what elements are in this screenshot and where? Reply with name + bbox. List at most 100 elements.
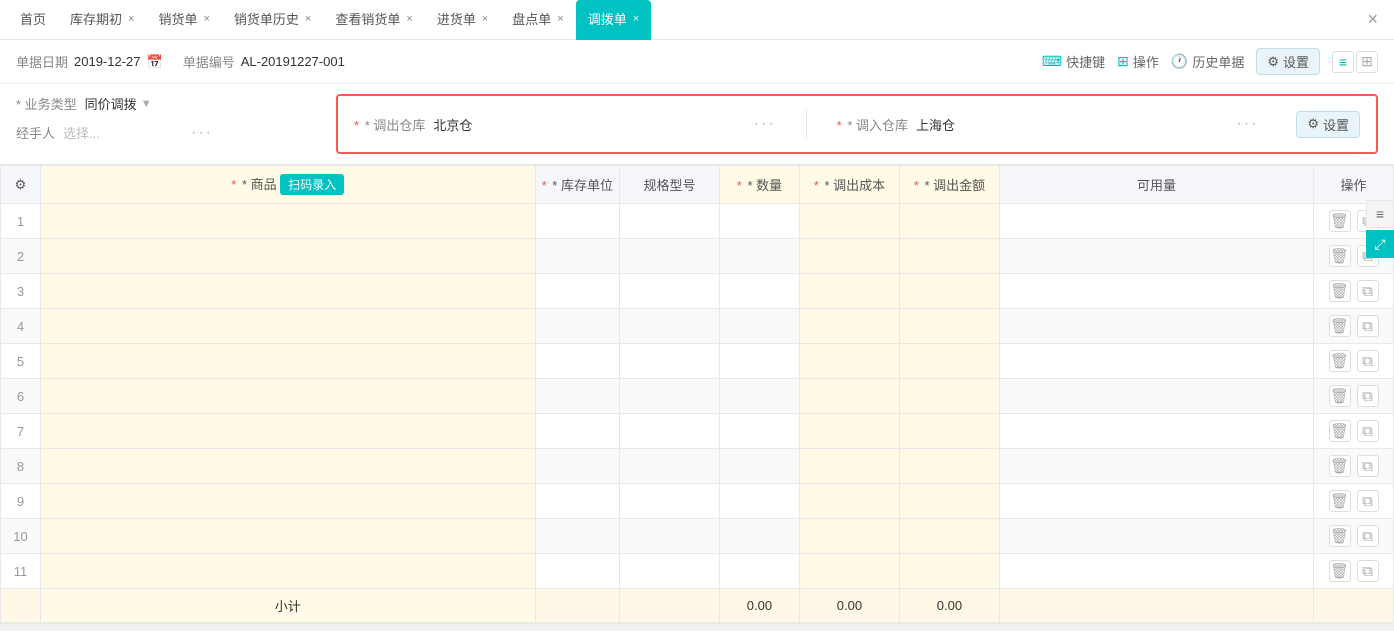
row-copy-button[interactable]: ⧉: [1357, 385, 1379, 407]
row-amount-cell[interactable]: [899, 274, 999, 309]
row-product-cell[interactable]: [41, 449, 536, 484]
row-qty-cell[interactable]: [719, 519, 799, 554]
row-amount-cell[interactable]: [899, 449, 999, 484]
row-unit-cell[interactable]: [535, 519, 619, 554]
row-unit-cell[interactable]: [535, 554, 619, 589]
row-unit-cell[interactable]: [535, 309, 619, 344]
row-spec-cell[interactable]: [619, 239, 719, 274]
row-unit-cell[interactable]: [535, 449, 619, 484]
in-warehouse-more-button[interactable]: ···: [1236, 115, 1258, 133]
row-spec-cell[interactable]: [619, 449, 719, 484]
tab-transfer-close[interactable]: ×: [633, 13, 639, 25]
business-type-select[interactable]: 同价调拨 ▼: [85, 94, 245, 113]
row-spec-cell[interactable]: [619, 414, 719, 449]
handler-select[interactable]: 选择...: [63, 123, 183, 142]
business-type-dropdown-arrow[interactable]: ▼: [141, 98, 152, 110]
out-warehouse-more-button[interactable]: ···: [754, 115, 776, 133]
row-qty-cell[interactable]: [719, 379, 799, 414]
row-amount-cell[interactable]: [899, 204, 999, 239]
row-cost-cell[interactable]: [799, 309, 899, 344]
operations-button[interactable]: ⊞ 操作: [1117, 52, 1159, 71]
row-cost-cell[interactable]: [799, 519, 899, 554]
row-product-cell[interactable]: [41, 519, 536, 554]
row-cost-cell[interactable]: [799, 204, 899, 239]
view-mode-list-button[interactable]: ≡: [1332, 51, 1354, 73]
handler-more-button[interactable]: ···: [191, 124, 213, 142]
row-qty-cell[interactable]: [719, 414, 799, 449]
calendar-icon[interactable]: 📅: [147, 54, 163, 70]
row-qty-cell[interactable]: [719, 274, 799, 309]
tab-transfer[interactable]: 调拨单 ×: [576, 0, 651, 40]
row-copy-button[interactable]: ⧉: [1357, 525, 1379, 547]
row-delete-button[interactable]: 🗑: [1329, 280, 1351, 302]
row-unit-cell[interactable]: [535, 344, 619, 379]
right-panel-expand-button[interactable]: ⤢: [1366, 230, 1394, 258]
row-qty-cell[interactable]: [719, 239, 799, 274]
row-product-cell[interactable]: [41, 414, 536, 449]
row-delete-button[interactable]: 🗑: [1329, 420, 1351, 442]
row-spec-cell[interactable]: [619, 204, 719, 239]
tab-inventory-init[interactable]: 库存期初 ×: [58, 0, 146, 40]
out-warehouse-value[interactable]: 北京仓: [433, 115, 472, 134]
row-copy-button[interactable]: ⧉: [1357, 350, 1379, 372]
row-product-cell[interactable]: [41, 309, 536, 344]
row-copy-button[interactable]: ⧉: [1357, 455, 1379, 477]
row-cost-cell[interactable]: [799, 554, 899, 589]
tab-sales-history-close[interactable]: ×: [305, 13, 311, 25]
tab-view-sales-close[interactable]: ×: [406, 13, 412, 25]
warehouse-settings-button[interactable]: ⚙ 设置: [1296, 111, 1360, 138]
row-delete-button[interactable]: 🗑: [1329, 490, 1351, 512]
row-cost-cell[interactable]: [799, 414, 899, 449]
row-spec-cell[interactable]: [619, 274, 719, 309]
row-delete-button[interactable]: 🗑: [1329, 245, 1351, 267]
row-qty-cell[interactable]: [719, 484, 799, 519]
tab-sales-order-close[interactable]: ×: [203, 13, 209, 25]
row-product-cell[interactable]: [41, 344, 536, 379]
row-delete-button[interactable]: 🗑: [1329, 560, 1351, 582]
row-unit-cell[interactable]: [535, 239, 619, 274]
in-warehouse-value[interactable]: 上海仓: [916, 115, 955, 134]
tab-purchase-order-close[interactable]: ×: [482, 13, 488, 25]
row-cost-cell[interactable]: [799, 239, 899, 274]
row-delete-button[interactable]: 🗑: [1329, 210, 1351, 232]
row-unit-cell[interactable]: [535, 484, 619, 519]
row-delete-button[interactable]: 🗑: [1329, 350, 1351, 372]
row-amount-cell[interactable]: [899, 554, 999, 589]
row-cost-cell[interactable]: [799, 274, 899, 309]
row-cost-cell[interactable]: [799, 344, 899, 379]
row-spec-cell[interactable]: [619, 379, 719, 414]
row-qty-cell[interactable]: [719, 554, 799, 589]
row-cost-cell[interactable]: [799, 449, 899, 484]
window-close-button[interactable]: ×: [1359, 9, 1386, 30]
settings-gear-icon[interactable]: ⚙: [15, 177, 27, 192]
row-delete-button[interactable]: 🗑: [1329, 455, 1351, 477]
tab-sales-order[interactable]: 销货单 ×: [146, 0, 221, 40]
row-spec-cell[interactable]: [619, 554, 719, 589]
row-qty-cell[interactable]: [719, 344, 799, 379]
row-product-cell[interactable]: [41, 239, 536, 274]
row-product-cell[interactable]: [41, 554, 536, 589]
row-amount-cell[interactable]: [899, 239, 999, 274]
row-cost-cell[interactable]: [799, 379, 899, 414]
tab-view-sales[interactable]: 查看销货单 ×: [323, 0, 424, 40]
row-product-cell[interactable]: [41, 484, 536, 519]
row-delete-button[interactable]: 🗑: [1329, 315, 1351, 337]
row-qty-cell[interactable]: [719, 204, 799, 239]
tab-home[interactable]: 首页: [8, 0, 58, 40]
row-unit-cell[interactable]: [535, 204, 619, 239]
row-delete-button[interactable]: 🗑: [1329, 525, 1351, 547]
bottom-scrollbar[interactable]: [0, 623, 1394, 631]
date-value[interactable]: 2019-12-27: [74, 54, 141, 69]
row-unit-cell[interactable]: [535, 274, 619, 309]
scan-entry-button[interactable]: 扫码录入: [280, 174, 344, 195]
row-spec-cell[interactable]: [619, 484, 719, 519]
tab-inventory-check[interactable]: 盘点单 ×: [500, 0, 575, 40]
shortcuts-button[interactable]: ⌨ 快捷键: [1042, 52, 1105, 71]
right-panel-list-button[interactable]: ≡: [1366, 200, 1394, 228]
view-mode-grid-button[interactable]: ⊞: [1356, 51, 1378, 73]
row-cost-cell[interactable]: [799, 484, 899, 519]
row-unit-cell[interactable]: [535, 379, 619, 414]
row-amount-cell[interactable]: [899, 519, 999, 554]
row-delete-button[interactable]: 🗑: [1329, 385, 1351, 407]
row-spec-cell[interactable]: [619, 309, 719, 344]
